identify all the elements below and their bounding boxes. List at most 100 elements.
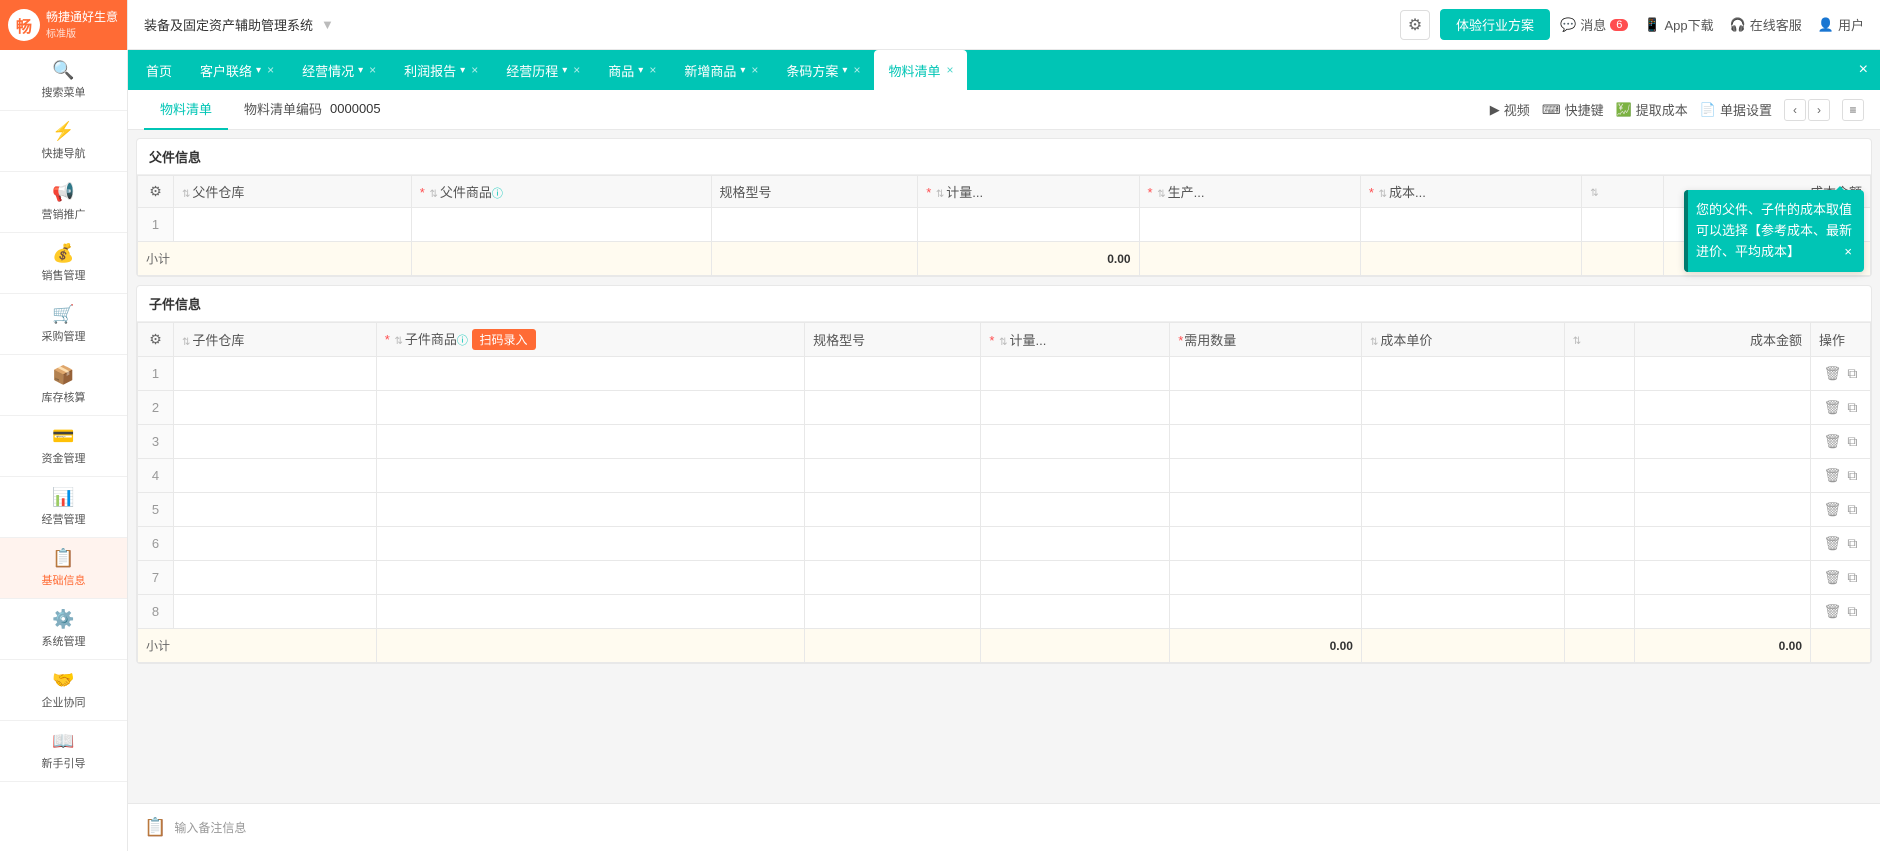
child-unit-4[interactable] bbox=[981, 459, 1170, 493]
sidebar-item-quicknav[interactable]: ⚡ 快捷导航 bbox=[0, 111, 127, 172]
child-amount-6[interactable] bbox=[1634, 527, 1810, 561]
user-button[interactable]: 👤 用户 bbox=[1818, 15, 1864, 34]
tab-close-icon3[interactable]: × bbox=[471, 63, 478, 77]
sidebar-item-management[interactable]: 📊 经营管理 bbox=[0, 477, 127, 538]
child-product-5[interactable] bbox=[376, 493, 804, 527]
child-warehouse-1[interactable] bbox=[174, 357, 377, 391]
child-amount-1[interactable] bbox=[1634, 357, 1810, 391]
copy-icon7[interactable]: ⧉ bbox=[1847, 569, 1857, 586]
child-unit-5[interactable] bbox=[981, 493, 1170, 527]
close-all-tabs-button[interactable]: × bbox=[1851, 61, 1876, 79]
child-unit-cost-1[interactable] bbox=[1361, 357, 1564, 391]
tab-close-icon4[interactable]: × bbox=[573, 63, 580, 77]
parent-production-1[interactable] bbox=[1139, 208, 1360, 242]
child-warehouse-4[interactable] bbox=[174, 459, 377, 493]
child-sort-1[interactable] bbox=[1564, 357, 1634, 391]
tab-close-icon8[interactable]: × bbox=[946, 63, 953, 77]
parent-product-1[interactable] bbox=[411, 208, 711, 242]
child-warehouse-3[interactable] bbox=[174, 425, 377, 459]
child-unit-cost-6[interactable] bbox=[1361, 527, 1564, 561]
child-product-3[interactable] bbox=[376, 425, 804, 459]
sidebar-item-guide[interactable]: 📖 新手引导 bbox=[0, 721, 127, 782]
child-spec-2[interactable] bbox=[805, 391, 981, 425]
parent-sort-1[interactable] bbox=[1582, 208, 1664, 242]
child-product-7[interactable] bbox=[376, 561, 804, 595]
child-sort-7[interactable] bbox=[1564, 561, 1634, 595]
child-warehouse-8[interactable] bbox=[174, 595, 377, 629]
sub-tab-bom-code[interactable]: 物料清单编码 0000005 bbox=[228, 90, 397, 130]
child-unit-cost-7[interactable] bbox=[1361, 561, 1564, 595]
nav-tab-profit[interactable]: 利润报告 ▾ × bbox=[390, 50, 492, 90]
child-unit-8[interactable] bbox=[981, 595, 1170, 629]
delete-icon5[interactable]: 🗑 bbox=[1824, 501, 1842, 518]
list-view-button[interactable]: ≡ bbox=[1842, 99, 1864, 121]
sidebar-item-finance[interactable]: 💳 资金管理 bbox=[0, 416, 127, 477]
sidebar-item-purchase[interactable]: 🛒 采购管理 bbox=[0, 294, 127, 355]
nav-tab-newproduct[interactable]: 新增商品 ▾ × bbox=[670, 50, 772, 90]
nav-tab-home[interactable]: 首页 bbox=[132, 50, 186, 90]
child-amount-8[interactable] bbox=[1634, 595, 1810, 629]
copy-icon6[interactable]: ⧉ bbox=[1847, 535, 1857, 552]
sidebar-item-basic[interactable]: 📋 基础信息 bbox=[0, 538, 127, 599]
delete-icon8[interactable]: 🗑 bbox=[1824, 603, 1842, 620]
child-spec-7[interactable] bbox=[805, 561, 981, 595]
child-sort-6[interactable] bbox=[1564, 527, 1634, 561]
sidebar-item-search[interactable]: 🔍 搜索菜单 bbox=[0, 50, 127, 111]
sidebar-item-system[interactable]: ⚙️ 系统管理 bbox=[0, 599, 127, 660]
nav-tab-business[interactable]: 经营情况 ▾ × bbox=[288, 50, 390, 90]
shortcut-button[interactable]: ⌨ 快捷键 bbox=[1542, 100, 1604, 119]
sidebar-item-sales[interactable]: 💰 销售管理 bbox=[0, 233, 127, 294]
child-amount-4[interactable] bbox=[1634, 459, 1810, 493]
child-qty-3[interactable] bbox=[1170, 425, 1362, 459]
parent-spec-1[interactable] bbox=[711, 208, 918, 242]
th-parent-settings[interactable]: ⚙ bbox=[138, 176, 174, 208]
child-unit-1[interactable] bbox=[981, 357, 1170, 391]
copy-icon5[interactable]: ⧉ bbox=[1847, 501, 1857, 518]
child-spec-5[interactable] bbox=[805, 493, 981, 527]
child-unit-6[interactable] bbox=[981, 527, 1170, 561]
child-product-8[interactable] bbox=[376, 595, 804, 629]
tab-close-icon[interactable]: × bbox=[267, 63, 274, 77]
sub-tab-bom-list[interactable]: 物料清单 bbox=[144, 90, 228, 130]
child-unit-2[interactable] bbox=[981, 391, 1170, 425]
child-amount-5[interactable] bbox=[1634, 493, 1810, 527]
tooltip-close-button[interactable]: × bbox=[1844, 242, 1852, 263]
child-amount-3[interactable] bbox=[1634, 425, 1810, 459]
child-amount-2[interactable] bbox=[1634, 391, 1810, 425]
th-child-settings[interactable]: ⚙ bbox=[138, 323, 174, 357]
delete-icon2[interactable]: 🗑 bbox=[1824, 399, 1842, 416]
child-product-6[interactable] bbox=[376, 527, 804, 561]
child-qty-8[interactable] bbox=[1170, 595, 1362, 629]
child-warehouse-7[interactable] bbox=[174, 561, 377, 595]
child-spec-4[interactable] bbox=[805, 459, 981, 493]
gear-button[interactable]: ⚙ bbox=[1400, 10, 1430, 40]
scan-button[interactable]: 扫码录入 bbox=[472, 329, 536, 350]
copy-icon2[interactable]: ⧉ bbox=[1847, 399, 1857, 416]
tab-close-icon6[interactable]: × bbox=[751, 63, 758, 77]
child-product-4[interactable] bbox=[376, 459, 804, 493]
copy-icon4[interactable]: ⧉ bbox=[1847, 467, 1857, 484]
delete-icon3[interactable]: 🗑 bbox=[1824, 433, 1842, 450]
child-unit-3[interactable] bbox=[981, 425, 1170, 459]
delete-icon6[interactable]: 🗑 bbox=[1824, 535, 1842, 552]
child-sort-5[interactable] bbox=[1564, 493, 1634, 527]
delete-icon4[interactable]: 🗑 bbox=[1824, 467, 1842, 484]
delete-icon7[interactable]: 🗑 bbox=[1824, 569, 1842, 586]
cost-button[interactable]: 💹 提取成本 bbox=[1616, 100, 1688, 119]
child-unit-cost-5[interactable] bbox=[1361, 493, 1564, 527]
tab-close-icon2[interactable]: × bbox=[369, 63, 376, 77]
sidebar-item-inventory[interactable]: 📦 库存核算 bbox=[0, 355, 127, 416]
nav-next-button[interactable]: › bbox=[1808, 99, 1830, 121]
child-spec-8[interactable] bbox=[805, 595, 981, 629]
child-product-1[interactable] bbox=[376, 357, 804, 391]
child-qty-2[interactable] bbox=[1170, 391, 1362, 425]
child-unit-cost-2[interactable] bbox=[1361, 391, 1564, 425]
copy-icon3[interactable]: ⧉ bbox=[1847, 433, 1857, 450]
child-sort-2[interactable] bbox=[1564, 391, 1634, 425]
child-unit-cost-8[interactable] bbox=[1361, 595, 1564, 629]
copy-icon[interactable]: ⧉ bbox=[1847, 365, 1857, 382]
nav-tab-bom[interactable]: 物料清单 × bbox=[874, 50, 967, 90]
parent-cost-1[interactable] bbox=[1360, 208, 1581, 242]
child-amount-7[interactable] bbox=[1634, 561, 1810, 595]
trial-button[interactable]: 体验行业方案 bbox=[1440, 9, 1550, 40]
